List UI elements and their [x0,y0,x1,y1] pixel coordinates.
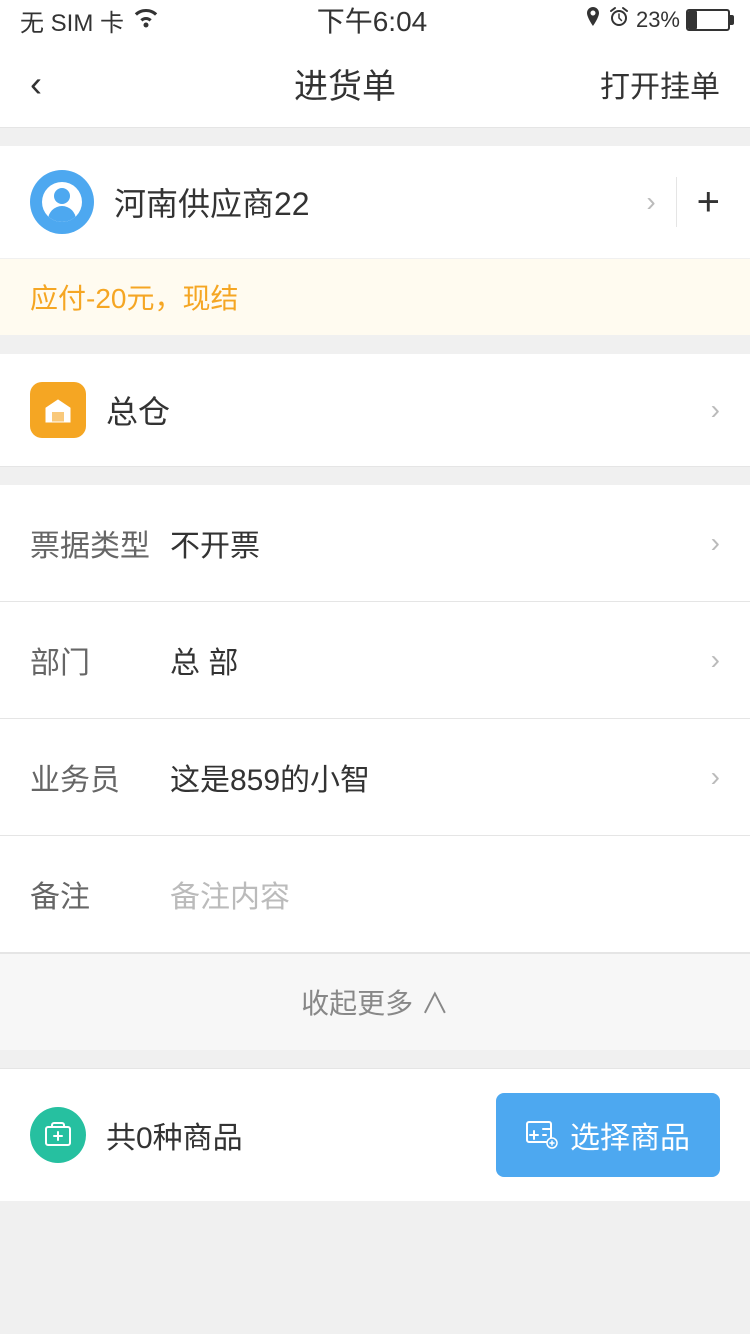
form-section: 票据类型 不开票 › 部门 总 部 › 业务员 这是859的小智 › 备注 备注… [0,485,750,1050]
department-value: 总 部 [170,638,711,682]
open-pending-button[interactable]: 打开挂单 [600,62,720,106]
gap-2 [0,336,750,354]
remark-value[interactable]: 备注内容 [170,872,720,916]
salesperson-value: 这是859的小智 [170,755,711,799]
supplier-avatar [30,170,94,234]
invoice-chevron-icon: › [711,527,720,559]
invoice-label: 票据类型 [30,521,170,565]
invoice-value: 不开票 [170,521,711,565]
gap-3 [0,467,750,485]
nav-bar: ‹ 进货单 打开挂单 [0,40,750,128]
supplier-section: 河南供应商22 › + 应付-20元，现结 [0,146,750,336]
add-supplier-button[interactable]: + [697,180,720,225]
product-icon [30,1107,86,1163]
gap-4 [0,1050,750,1068]
gap-1 [0,128,750,146]
warehouse-name: 总仓 [106,387,711,433]
department-label: 部门 [30,638,170,682]
department-chevron-icon: › [711,644,720,676]
back-button[interactable]: ‹ [30,63,90,105]
supplier-row[interactable]: 河南供应商22 › + [0,146,750,259]
divider [676,177,677,227]
product-count: 共0种商品 [106,1113,496,1157]
page-title: 进货单 [294,59,396,108]
warehouse-icon [30,382,86,438]
status-time: 下午6:04 [317,0,428,40]
invoice-row[interactable]: 票据类型 不开票 › [0,485,750,602]
battery-percent: 23% [636,7,680,33]
salesperson-row[interactable]: 业务员 这是859的小智 › [0,719,750,836]
bottom-section: 共0种商品 选择商品 [0,1068,750,1201]
remark-row[interactable]: 备注 备注内容 [0,836,750,953]
salesperson-label: 业务员 [30,755,170,799]
department-row[interactable]: 部门 总 部 › [0,602,750,719]
avatar-inner [42,182,82,222]
supplier-name: 河南供应商22 [114,179,646,225]
wifi-icon [132,6,160,34]
remark-label: 备注 [30,872,170,916]
alarm-icon [608,6,630,34]
warehouse-chevron-icon: › [711,394,720,426]
location-icon [584,6,602,34]
select-product-button[interactable]: 选择商品 [496,1093,720,1177]
warehouse-section: 总仓 › [0,354,750,467]
payment-notice: 应付-20元，现结 [0,259,750,336]
collapse-button[interactable]: 收起更多 ∧ [0,953,750,1050]
select-product-label: 选择商品 [570,1113,690,1157]
chevron-right-icon: › [646,186,655,218]
status-bar: 无 SIM 卡 下午6:04 [0,0,750,40]
status-right: 23% [584,6,730,34]
status-left: 无 SIM 卡 [20,3,160,38]
sim-label: 无 SIM 卡 [20,3,124,38]
battery-icon [686,9,730,31]
salesperson-chevron-icon: › [711,761,720,793]
supplier-actions: › + [646,177,720,227]
warehouse-row[interactable]: 总仓 › [0,354,750,467]
